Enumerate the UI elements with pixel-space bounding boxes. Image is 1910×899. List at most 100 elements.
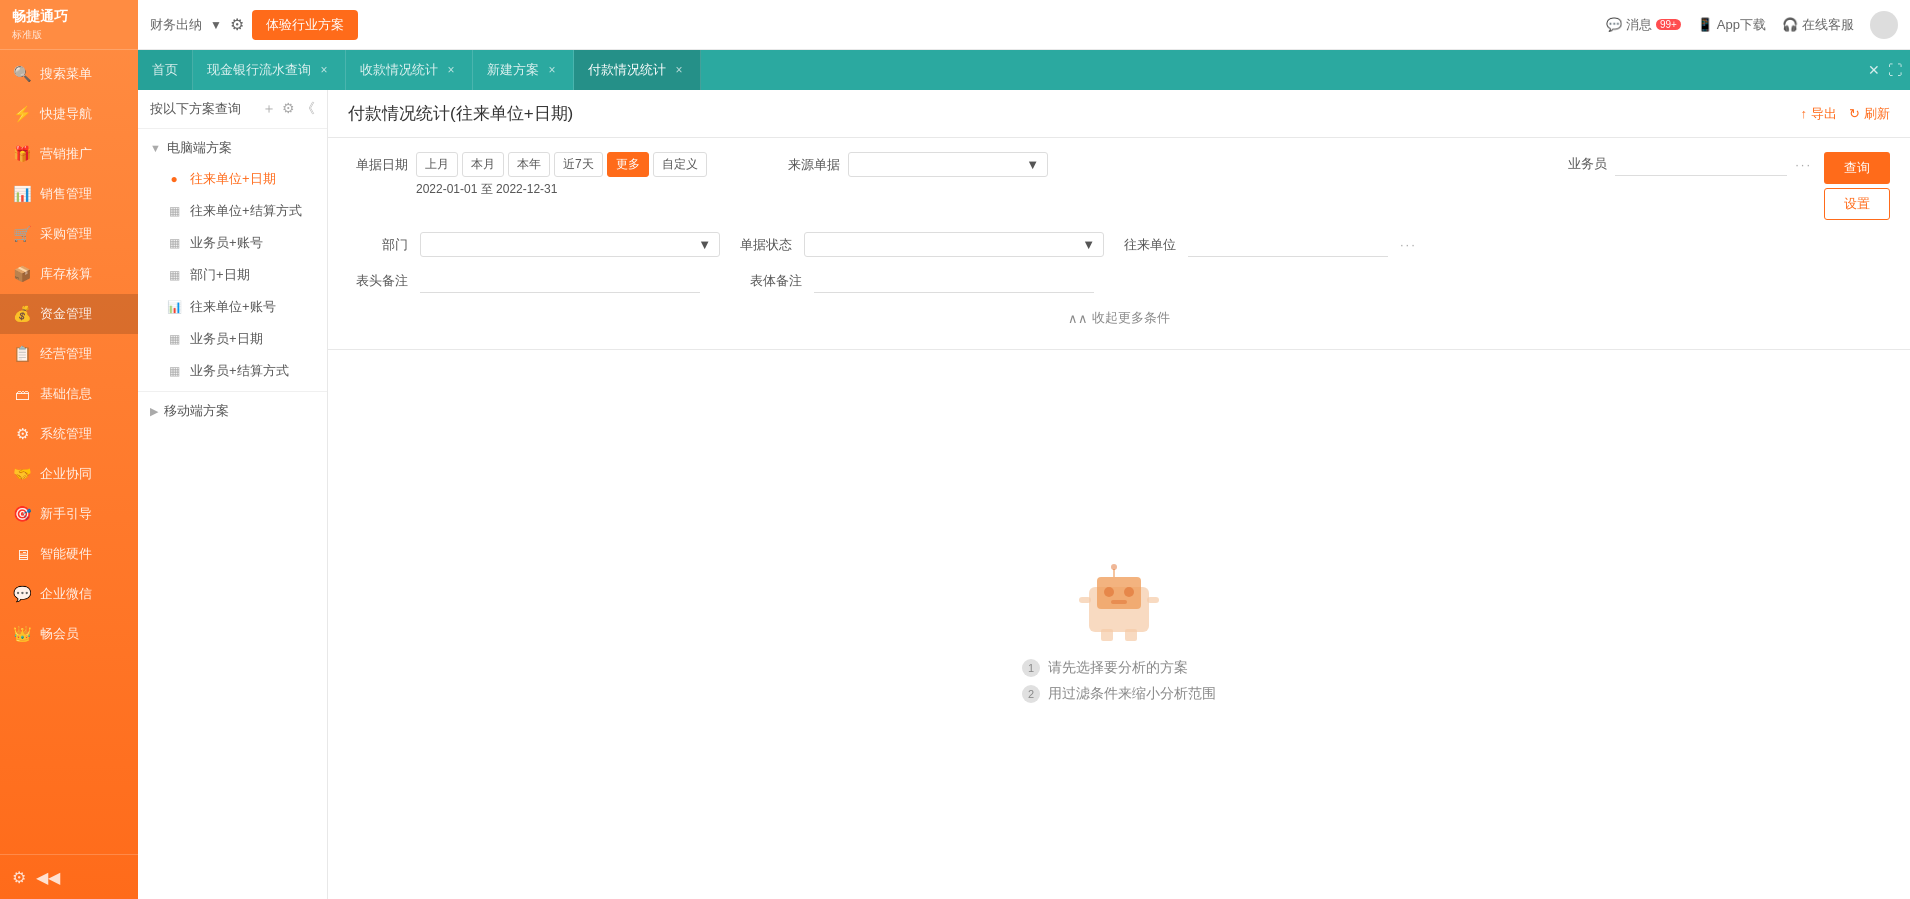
sidebar-item-search-menu[interactable]: 🔍搜索菜单 bbox=[0, 54, 138, 94]
sidebar-item-finance[interactable]: 💰资金管理 bbox=[0, 294, 138, 334]
sidebar-icon-marketing: 🎁 bbox=[12, 144, 32, 164]
scheme-item-label-partner-account: 往来单位+账号 bbox=[190, 298, 276, 316]
tab-close-payments[interactable]: × bbox=[672, 63, 686, 77]
source-filter-label: 来源单据 bbox=[780, 156, 840, 174]
sidebar-item-enterprise[interactable]: 🤝企业协同 bbox=[0, 454, 138, 494]
custom-date-btn[interactable]: 自定义 bbox=[653, 152, 707, 177]
tab-home[interactable]: 首页 bbox=[138, 50, 193, 90]
header-note-input[interactable] bbox=[420, 269, 700, 293]
tab-new-plan[interactable]: 新建方案× bbox=[473, 50, 574, 90]
this-year-btn[interactable]: 本年 bbox=[508, 152, 550, 177]
sidebar-item-wechat[interactable]: 💬企业微信 bbox=[0, 574, 138, 614]
content-area: 按以下方案查询 ＋ ⚙ 《 ▼ 电脑端方案 ●往来单位+日期▦往来单位+结算方式… bbox=[138, 90, 1910, 899]
scheme-collapse-button[interactable]: 《 bbox=[301, 100, 315, 118]
body-note-label: 表体备注 bbox=[742, 272, 802, 290]
sidebar-item-marketing[interactable]: 🎁营销推广 bbox=[0, 134, 138, 174]
tab-receivables[interactable]: 收款情况统计× bbox=[346, 50, 473, 90]
online-service-label: 在线客服 bbox=[1802, 16, 1854, 34]
last-7-days-btn[interactable]: 近7天 bbox=[554, 152, 603, 177]
sidebar-item-business[interactable]: 📋 经营管理 bbox=[0, 334, 138, 374]
sidebar-item-sales[interactable]: 📊销售管理 bbox=[0, 174, 138, 214]
body-note-input[interactable] bbox=[814, 269, 1094, 293]
dept-select[interactable]: ▼ bbox=[420, 232, 720, 257]
topbar-dropdown-icon[interactable]: ▼ bbox=[210, 18, 222, 32]
sidebar-label-business: 经营管理 bbox=[40, 345, 92, 363]
sidebar-icon-purchase: 🛒 bbox=[12, 224, 32, 244]
tab-close-receivables[interactable]: × bbox=[444, 63, 458, 77]
sidebar-item-quick-nav[interactable]: ⚡快捷导航 bbox=[0, 94, 138, 134]
sidebar-item-purchase[interactable]: 🛒采购管理 bbox=[0, 214, 138, 254]
doc-status-select[interactable]: ▼ bbox=[804, 232, 1104, 257]
more-dates-btn[interactable]: 更多 bbox=[607, 152, 649, 177]
notification-action[interactable]: 💬 消息 99+ bbox=[1606, 16, 1681, 34]
topbar: 财务出纳 ▼ ⚙ 体验行业方案 💬 消息 99+ 📱 App下载 🎧 在线客服 bbox=[138, 0, 1910, 50]
desktop-scheme-group-title[interactable]: ▼ 电脑端方案 bbox=[138, 133, 327, 163]
tab-payments[interactable]: 付款情况统计 × bbox=[574, 50, 701, 90]
sidebar-icon-finance: 💰 bbox=[12, 304, 32, 324]
scheme-item-salesman-payment[interactable]: ▦业务员+结算方式 bbox=[138, 355, 327, 387]
page-header: 付款情况统计(往来单位+日期) ↑ 导出 ↻ 刷新 bbox=[328, 90, 1910, 138]
trial-button[interactable]: 体验行业方案 bbox=[252, 10, 358, 40]
scheme-item-icon-partner-date: ● bbox=[166, 171, 182, 187]
mobile-scheme-group-title[interactable]: ▶ 移动端方案 bbox=[138, 396, 327, 426]
salesman-more-icon[interactable]: ··· bbox=[1795, 157, 1812, 172]
refresh-button[interactable]: ↻ 刷新 bbox=[1849, 105, 1890, 123]
scheme-item-partner-account[interactable]: 📊往来单位+账号 bbox=[138, 291, 327, 323]
scheme-item-label-dept-date: 部门+日期 bbox=[190, 266, 250, 284]
online-service-action[interactable]: 🎧 在线客服 bbox=[1782, 16, 1854, 34]
tab-close-new-plan[interactable]: × bbox=[545, 63, 559, 77]
export-label: 导出 bbox=[1811, 105, 1837, 123]
sidebar-icon-business: 📋 bbox=[12, 344, 32, 364]
last-month-btn[interactable]: 上月 bbox=[416, 152, 458, 177]
topbar-settings-icon[interactable]: ⚙ bbox=[230, 15, 244, 34]
refresh-label: 刷新 bbox=[1864, 105, 1890, 123]
export-button[interactable]: ↑ 导出 bbox=[1801, 105, 1838, 123]
collapse-more-button[interactable]: ∧∧ 收起更多条件 bbox=[348, 301, 1890, 335]
scheme-item-dept-date[interactable]: ▦部门+日期 bbox=[138, 259, 327, 291]
scheme-item-partner-date[interactable]: ●往来单位+日期 bbox=[138, 163, 327, 195]
message-icon: 💬 bbox=[1606, 17, 1622, 32]
scheme-item-partner-payment[interactable]: ▦往来单位+结算方式 bbox=[138, 195, 327, 227]
salesman-input[interactable] bbox=[1615, 152, 1787, 176]
sidebar-icon-inventory: 📦 bbox=[12, 264, 32, 284]
add-scheme-icon[interactable]: ＋ bbox=[262, 100, 276, 118]
this-month-btn[interactable]: 本月 bbox=[462, 152, 504, 177]
sidebar-item-system[interactable]: ⚙系统管理 bbox=[0, 414, 138, 454]
scheme-item-icon-partner-payment: ▦ bbox=[166, 203, 182, 219]
notification-badge: 99+ bbox=[1656, 19, 1681, 30]
settings-icon[interactable]: ⚙ bbox=[12, 868, 26, 887]
notification-label: 消息 bbox=[1626, 16, 1652, 34]
empty-state: 1 请先选择要分析的方案 2 用过滤条件来缩小分析范围 bbox=[328, 350, 1910, 899]
salesman-filter-label: 业务员 bbox=[1547, 155, 1607, 173]
user-avatar[interactable] bbox=[1870, 11, 1898, 39]
tip-num-2: 2 bbox=[1022, 685, 1040, 703]
headset-icon: 🎧 bbox=[1782, 17, 1798, 32]
sidebar-item-hardware[interactable]: 🖥智能硬件 bbox=[0, 534, 138, 574]
sidebar-item-guide[interactable]: 🎯新手引导 bbox=[0, 494, 138, 534]
scheme-settings-icon[interactable]: ⚙ bbox=[282, 100, 295, 118]
tab-close-bank-flow[interactable]: × bbox=[317, 63, 331, 77]
settings-button[interactable]: 设置 bbox=[1824, 188, 1890, 220]
sidebar-label-inventory: 库存核算 bbox=[40, 265, 92, 283]
scheme-item-icon-salesman-account: ▦ bbox=[166, 235, 182, 251]
collapse-icon: ∧∧ bbox=[1068, 311, 1088, 326]
close-all-tabs-icon[interactable]: ✕ bbox=[1868, 62, 1880, 78]
sidebar-item-member[interactable]: 👑畅会员 bbox=[0, 614, 138, 654]
sidebar-label-hardware: 智能硬件 bbox=[40, 545, 92, 563]
partner-input[interactable] bbox=[1188, 233, 1388, 257]
scheme-item-salesman-account[interactable]: ▦业务员+账号 bbox=[138, 227, 327, 259]
scheme-items-list: ●往来单位+日期▦往来单位+结算方式▦业务员+账号▦部门+日期📊往来单位+账号▦… bbox=[138, 163, 327, 387]
scheme-item-salesman-date[interactable]: ▦业务员+日期 bbox=[138, 323, 327, 355]
sidebar-item-inventory[interactable]: 📦 库存核算 bbox=[0, 254, 138, 294]
query-button[interactable]: 查询 bbox=[1824, 152, 1890, 184]
collapse-sidebar-icon[interactable]: ◀◀ bbox=[36, 868, 60, 887]
tab-bank-flow[interactable]: 现金银行流水查询× bbox=[193, 50, 346, 90]
tab-label-payments: 付款情况统计 bbox=[588, 61, 666, 79]
app-download-action[interactable]: 📱 App下载 bbox=[1697, 16, 1766, 34]
maximize-icon[interactable]: ⛶ bbox=[1888, 62, 1902, 78]
sidebar-item-basic-info[interactable]: 🗃基础信息 bbox=[0, 374, 138, 414]
tip-num-1: 1 bbox=[1022, 659, 1040, 677]
source-select[interactable]: ▼ bbox=[848, 152, 1048, 177]
app-download-label: App下载 bbox=[1717, 16, 1766, 34]
partner-more-icon[interactable]: ··· bbox=[1400, 237, 1417, 252]
